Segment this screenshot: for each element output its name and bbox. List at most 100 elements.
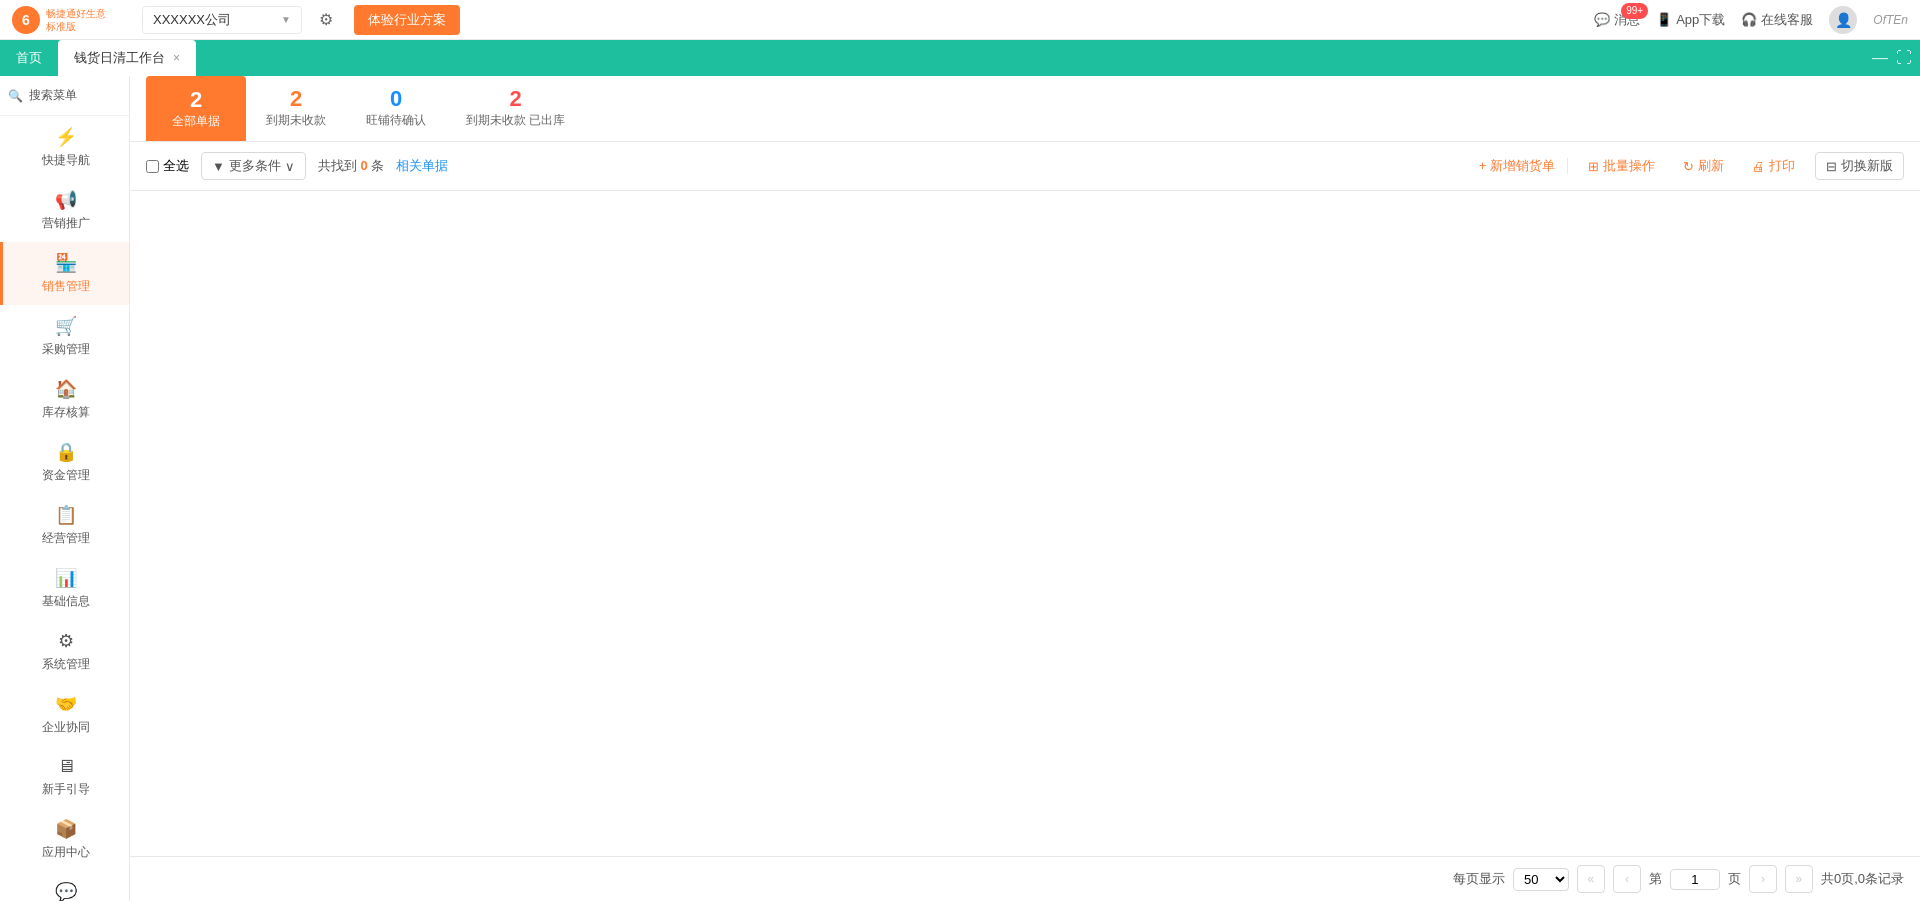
empty-placeholder (130, 191, 1920, 856)
related-link[interactable]: 相关单据 (396, 157, 448, 175)
sidebar-item-system[interactable]: ⚙ 系统管理 (0, 620, 129, 683)
logo-area: 6 畅捷通好生意 标准版 (12, 6, 142, 34)
settings-button[interactable]: ⚙ (310, 4, 342, 36)
page-number-input[interactable] (1670, 869, 1720, 890)
sidebar-item-app-center[interactable]: 📦 应用中心 (0, 808, 129, 871)
stats-tabs: 2 全部单据 2 到期未收款 0 旺铺待确认 2 到期未收款 已出库 (130, 76, 1920, 142)
table-area (130, 191, 1920, 856)
newbie-icon: 🖥 (57, 756, 75, 777)
system-icon: ⚙ (58, 630, 74, 652)
stats-tab-overdue[interactable]: 2 到期未收款 (246, 76, 346, 141)
finance-icon: 🔒 (55, 441, 77, 463)
total-records-text: 共0页,0条记录 (1821, 870, 1904, 888)
app-name: 畅捷通好生意 标准版 (46, 7, 106, 33)
stats-all-num: 2 (190, 87, 202, 113)
stats-shipped-num: 2 (510, 86, 522, 112)
batch-operate-button[interactable]: ⊞ 批量操作 (1580, 153, 1663, 179)
sidebar: 🔍 搜索菜单 ⚡ 快捷导航 📢 营销推广 🏪 销售管理 🛒 采购管理 🏠 库存核… (0, 76, 130, 901)
toolbar-right: + 新增销货单 ⊞ 批量操作 ↻ 刷新 🖨 打印 ⊟ 切换新版 (1479, 152, 1904, 180)
sidebar-item-purchase[interactable]: 🛒 采购管理 (0, 305, 129, 368)
message-badge: 99+ (1621, 3, 1648, 19)
sidebar-item-sales[interactable]: 🏪 销售管理 (0, 242, 129, 305)
sidebar-item-finance[interactable]: 🔒 资金管理 (0, 431, 129, 494)
sidebar-item-inventory[interactable]: 🏠 库存核算 (0, 368, 129, 431)
often-label: OfTEn (1873, 13, 1908, 27)
message-button[interactable]: 💬 消息 99+ (1594, 11, 1640, 29)
nav-tabs: 首页 钱货日清工作台 × — ⛶ (0, 40, 1920, 76)
search-icon: 🔍 (8, 89, 23, 103)
page-suffix: 页 (1728, 870, 1741, 888)
page-size-label: 每页显示 (1453, 870, 1505, 888)
batch-icon: ⊞ (1588, 159, 1599, 174)
main-layout: 🔍 搜索菜单 ⚡ 快捷导航 📢 营销推广 🏪 销售管理 🛒 采购管理 🏠 库存核… (0, 76, 1920, 901)
refresh-icon: ↻ (1683, 159, 1694, 174)
pagination-bar: 每页显示 50 20 100 200 « ‹ 第 页 › » 共0页,0条记录 (130, 856, 1920, 901)
stats-pending-num: 0 (390, 86, 402, 112)
basics-icon: 📊 (55, 567, 77, 589)
app-download-button[interactable]: 📱 App下载 (1656, 11, 1725, 29)
service-icon: 🎧 (1741, 12, 1757, 27)
toolbar: 全选 ▼ 更多条件 ∨ 共找到 0 条 相关单据 + 新增销货单 ⊞ (130, 142, 1920, 191)
trial-button[interactable]: 体验行业方案 (354, 5, 460, 35)
print-icon: 🖨 (1752, 159, 1765, 174)
stats-tab-all[interactable]: 2 全部单据 (146, 76, 246, 141)
purchase-icon: 🛒 (55, 315, 77, 337)
divider (1567, 158, 1568, 174)
sales-icon: 🏪 (55, 252, 77, 274)
online-service-button[interactable]: 🎧 在线客服 (1741, 11, 1813, 29)
checkbox-input[interactable] (146, 160, 159, 173)
print-button[interactable]: 🖨 打印 (1744, 153, 1803, 179)
wechat-icon: 💬 (55, 881, 77, 901)
sidebar-item-newbie[interactable]: 🖥 新手引导 (0, 746, 129, 808)
chevron-down-icon: ∨ (285, 159, 295, 174)
found-count: 0 (361, 158, 368, 173)
last-page-button[interactable]: » (1785, 865, 1813, 893)
app-center-icon: 📦 (55, 818, 77, 840)
sidebar-search-area[interactable]: 🔍 搜索菜单 (0, 76, 129, 116)
stats-pending-label: 旺铺待确认 (366, 112, 426, 129)
maximize-icon[interactable]: ⛶ (1896, 49, 1912, 67)
stats-tab-pending[interactable]: 0 旺铺待确认 (346, 76, 446, 141)
sidebar-item-wechat[interactable]: 💬 企业微信 (0, 871, 129, 901)
quick-nav-icon: ⚡ (55, 126, 77, 148)
stats-all-label: 全部单据 (172, 113, 220, 130)
inventory-icon: 🏠 (55, 378, 77, 400)
stats-overdue-num: 2 (290, 86, 302, 112)
prev-page-button[interactable]: ‹ (1613, 865, 1641, 893)
next-page-button[interactable]: › (1749, 865, 1777, 893)
page-label: 第 (1649, 870, 1662, 888)
minimize-icon[interactable]: — (1872, 49, 1888, 67)
tab-close-icon[interactable]: × (173, 51, 180, 65)
enterprise-icon: 🤝 (55, 693, 77, 715)
stats-overdue-label: 到期未收款 (266, 112, 326, 129)
sidebar-item-operations[interactable]: 📋 经营管理 (0, 494, 129, 557)
page-size-select[interactable]: 50 20 100 200 (1513, 868, 1569, 891)
avatar-button[interactable]: 👤 (1829, 6, 1857, 34)
switch-new-version-button[interactable]: ⊟ 切换新版 (1815, 152, 1904, 180)
filter-button[interactable]: ▼ 更多条件 ∨ (201, 152, 306, 180)
sidebar-item-enterprise[interactable]: 🤝 企业协同 (0, 683, 129, 746)
stats-tab-shipped[interactable]: 2 到期未收款 已出库 (446, 76, 585, 141)
filter-icon: ▼ (212, 159, 225, 174)
top-header: 6 畅捷通好生意 标准版 XXXXXX公司 ▼ ⚙ 体验行业方案 💬 消息 99… (0, 0, 1920, 40)
marketing-icon: 📢 (55, 189, 77, 211)
content-area: 2 全部单据 2 到期未收款 0 旺铺待确认 2 到期未收款 已出库 全选 (130, 76, 1920, 901)
select-all-checkbox[interactable]: 全选 (146, 157, 189, 175)
sidebar-item-quick-nav[interactable]: ⚡ 快捷导航 (0, 116, 129, 179)
sidebar-item-basics[interactable]: 📊 基础信息 (0, 557, 129, 620)
refresh-button[interactable]: ↻ 刷新 (1675, 153, 1732, 179)
tab-home[interactable]: 首页 (0, 40, 58, 76)
company-selector[interactable]: XXXXXX公司 ▼ (142, 6, 302, 34)
tab-workbench[interactable]: 钱货日清工作台 × (58, 40, 196, 76)
download-icon: 📱 (1656, 12, 1672, 27)
new-sale-button[interactable]: + 新增销货单 (1479, 157, 1555, 175)
found-text: 共找到 0 条 (318, 157, 384, 175)
first-page-button[interactable]: « (1577, 865, 1605, 893)
message-icon: 💬 (1594, 12, 1610, 27)
app-logo-icon: 6 (12, 6, 40, 34)
operations-icon: 📋 (55, 504, 77, 526)
header-right: 💬 消息 99+ 📱 App下载 🎧 在线客服 👤 OfTEn (1594, 6, 1908, 34)
sidebar-item-marketing[interactable]: 📢 营销推广 (0, 179, 129, 242)
nav-tabs-right: — ⛶ (1872, 49, 1920, 67)
company-name: XXXXXX公司 (153, 11, 231, 29)
